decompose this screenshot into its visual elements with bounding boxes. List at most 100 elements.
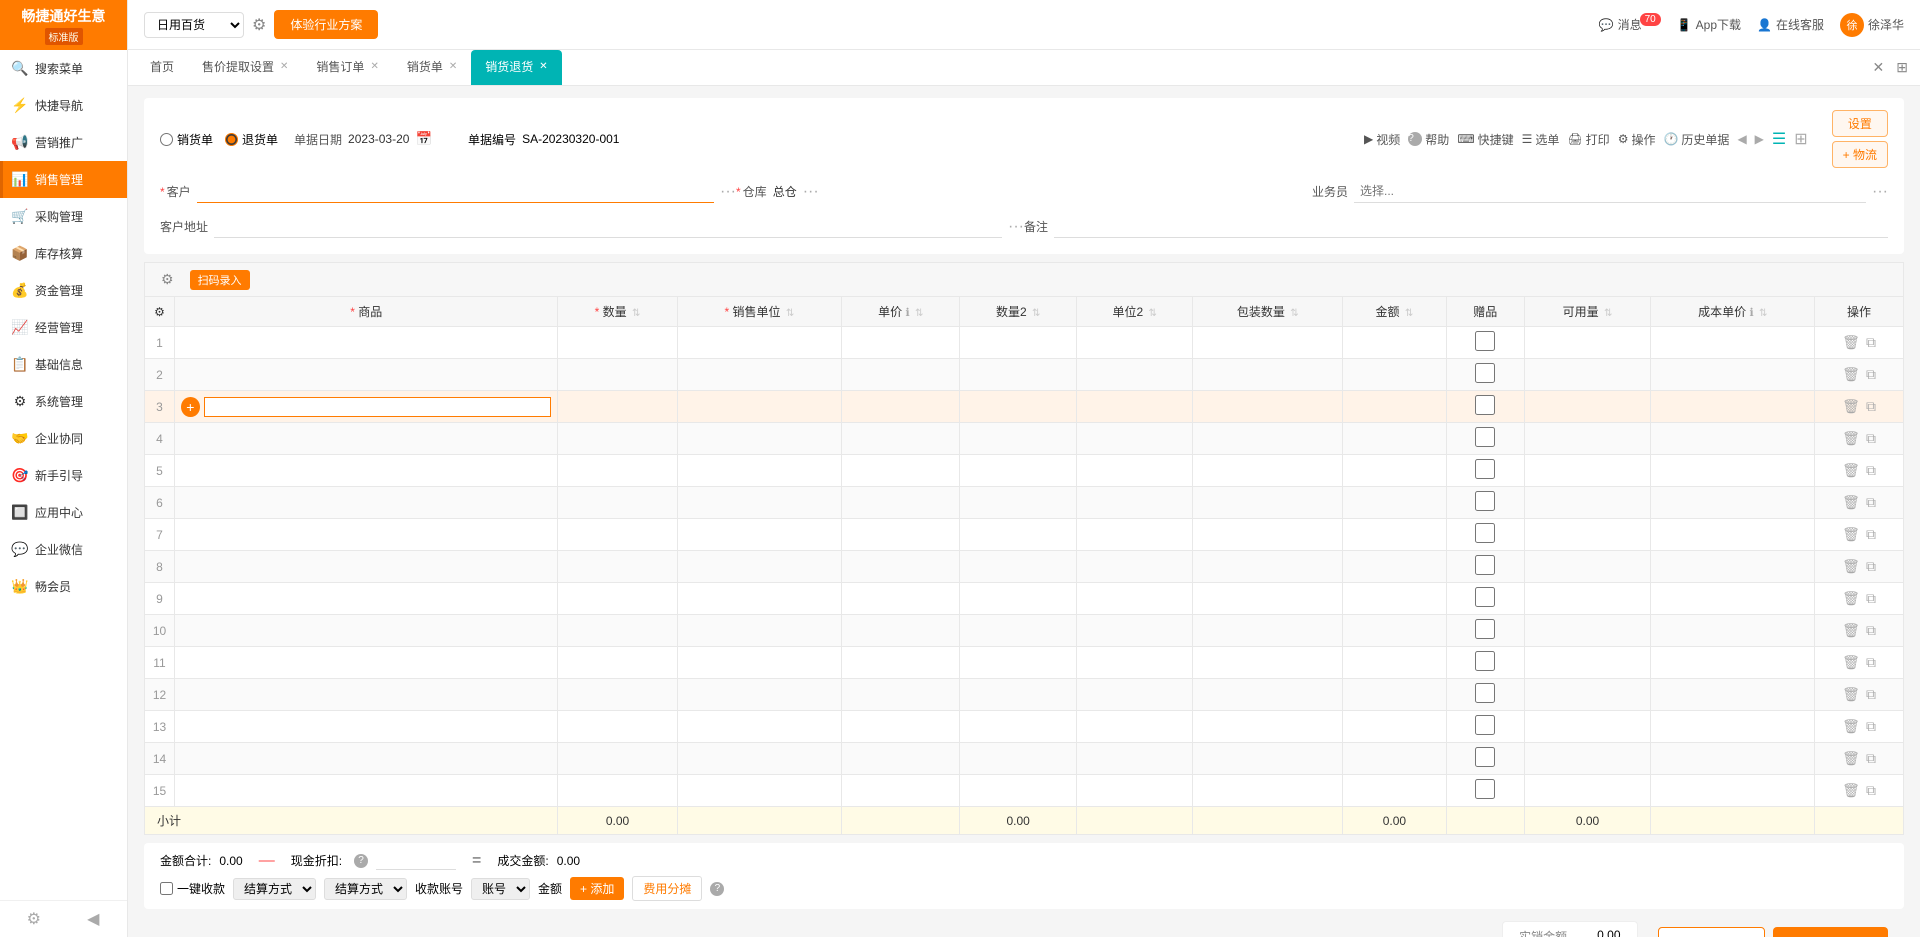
address-select-btn[interactable]: ··· xyxy=(1008,218,1024,236)
gift-checkbox[interactable] xyxy=(1475,683,1495,703)
delete-icon[interactable]: 🗑 xyxy=(1842,718,1860,735)
view-grid-btn[interactable]: ⊞ xyxy=(1794,129,1807,149)
goods-cell[interactable] xyxy=(175,551,558,583)
sidebar-item-member[interactable]: 👑畅会员 xyxy=(0,568,127,605)
copy-icon[interactable]: ⧉ xyxy=(1866,430,1876,447)
gift-checkbox[interactable] xyxy=(1475,363,1495,383)
print-btn[interactable]: 🖨 打印 xyxy=(1567,131,1609,148)
sidebar-item-system[interactable]: ⚙系统管理 xyxy=(0,383,127,420)
delete-icon[interactable]: 🗑 xyxy=(1842,462,1860,479)
goods-cell[interactable] xyxy=(175,423,558,455)
sidebar-item-enterprise[interactable]: 🤝企业协同 xyxy=(0,420,127,457)
gift-checkbox[interactable] xyxy=(1475,523,1495,543)
goods-cell[interactable] xyxy=(175,615,558,647)
customer-input[interactable] xyxy=(197,180,714,203)
sidebar-item-basic[interactable]: 📋基础信息 xyxy=(0,346,127,383)
tab-sales-order-close[interactable]: ✕ xyxy=(370,61,378,72)
gift-checkbox[interactable] xyxy=(1475,715,1495,735)
tab-sales-delivery-close[interactable]: ✕ xyxy=(449,61,457,72)
settlement-method-select[interactable]: 结算方式 xyxy=(233,878,316,900)
copy-icon[interactable]: ⧉ xyxy=(1866,526,1876,543)
gift-checkbox[interactable] xyxy=(1475,619,1495,639)
add-row-btn[interactable]: + xyxy=(181,397,200,417)
gift-checkbox[interactable] xyxy=(1475,331,1495,351)
sidebar-item-marketing[interactable]: 📢营销推广 xyxy=(0,124,127,161)
shortcuts-btn[interactable]: ⌨ 快捷键 xyxy=(1457,131,1513,148)
available-sort-icon[interactable]: ⇅ xyxy=(1604,308,1612,319)
copy-icon[interactable]: ⧉ xyxy=(1866,718,1876,735)
expense-split-btn[interactable]: 费用分摊 xyxy=(632,876,702,901)
delete-icon[interactable]: 🗑 xyxy=(1842,782,1860,799)
sidebar-item-search[interactable]: 🔍搜索菜单 xyxy=(0,50,127,87)
delete-icon[interactable]: 🗑 xyxy=(1842,430,1860,447)
tab-sales-delivery[interactable]: 销货单 ✕ xyxy=(393,50,471,85)
delete-icon[interactable]: 🗑 xyxy=(1842,622,1860,639)
sidebar-collapse-btn[interactable]: ◀ xyxy=(68,909,120,929)
tab-home[interactable]: 首页 xyxy=(136,50,188,85)
pack-sort-icon[interactable]: ⇅ xyxy=(1290,308,1298,319)
operate-btn[interactable]: ⚙ 操作 xyxy=(1618,131,1656,148)
note-input[interactable] xyxy=(1054,215,1888,238)
cash-discount-input[interactable] xyxy=(376,851,456,870)
goods-cell[interactable] xyxy=(175,455,558,487)
amount-sort-icon[interactable]: ⇅ xyxy=(1405,308,1413,319)
sidebar-item-newbie[interactable]: 🎯新手引导 xyxy=(0,457,127,494)
delete-icon[interactable]: 🗑 xyxy=(1842,398,1860,415)
delete-icon[interactable]: 🗑 xyxy=(1842,558,1860,575)
app-download-btn[interactable]: 📱 App下载 xyxy=(1677,16,1741,33)
online-service-btn[interactable]: 👤 在线客服 xyxy=(1757,16,1824,33)
goods-cell[interactable] xyxy=(175,519,558,551)
view-list-btn[interactable]: ☰ xyxy=(1772,129,1786,149)
delete-icon[interactable]: 🗑 xyxy=(1842,750,1860,767)
copy-icon[interactable]: ⧉ xyxy=(1866,782,1876,799)
history-prev-btn[interactable]: ◀ xyxy=(1737,132,1746,146)
table-settings-btn[interactable]: ⚙ xyxy=(153,267,182,292)
settings-btn[interactable]: 设置 xyxy=(1832,110,1888,137)
unit2-sort-icon[interactable]: ⇅ xyxy=(1149,308,1157,319)
gift-checkbox[interactable] xyxy=(1475,427,1495,447)
date-picker-btn[interactable]: 📅 xyxy=(415,131,432,147)
qty2-sort-icon[interactable]: ⇅ xyxy=(1032,308,1040,319)
add-payment-btn[interactable]: + 添加 xyxy=(570,877,624,900)
delete-icon[interactable]: 🗑 xyxy=(1842,654,1860,671)
customer-select-btn[interactable]: ··· xyxy=(720,183,736,201)
goods-cell[interactable]: + xyxy=(175,391,558,423)
tab-sales-return-close[interactable]: ✕ xyxy=(539,61,547,72)
cash-discount-info-icon[interactable]: ? xyxy=(354,854,368,868)
delete-icon[interactable]: 🗑 xyxy=(1842,526,1860,543)
delete-icon[interactable]: 🗑 xyxy=(1842,686,1860,703)
radio-return[interactable]: 退货单 xyxy=(225,131,278,148)
delete-icon[interactable]: 🗑 xyxy=(1842,334,1860,351)
gift-checkbox[interactable] xyxy=(1475,779,1495,799)
tab-menu-btn[interactable]: ⊞ xyxy=(1892,57,1912,78)
copy-icon[interactable]: ⧉ xyxy=(1866,750,1876,767)
gift-checkbox[interactable] xyxy=(1475,555,1495,575)
tab-sales-return[interactable]: 销货退货 ✕ xyxy=(471,50,561,85)
copy-icon[interactable]: ⧉ xyxy=(1866,558,1876,575)
help-btn[interactable]: ? 帮助 xyxy=(1408,131,1449,148)
save-new-btn[interactable]: 保存&新增 ▲ xyxy=(1773,927,1888,937)
cost-sort-icon[interactable]: ⇅ xyxy=(1759,308,1767,319)
sidebar-item-appstore[interactable]: 🔲应用中心 xyxy=(0,494,127,531)
account-select[interactable]: 账号 xyxy=(471,878,530,900)
tab-sales-order[interactable]: 销售订单 ✕ xyxy=(302,50,392,85)
sidebar-item-finance[interactable]: 💰资金管理 xyxy=(0,272,127,309)
sidebar-item-inventory[interactable]: 📦库存核算 xyxy=(0,235,127,272)
expense-info-icon[interactable]: ? xyxy=(710,882,724,896)
history-next-btn[interactable]: ▶ xyxy=(1755,132,1764,146)
sidebar-item-shortcut[interactable]: ⚡快捷导航 xyxy=(0,87,127,124)
topbar-settings-icon[interactable]: ⚙ xyxy=(252,15,266,35)
radio-return-input[interactable] xyxy=(225,133,238,146)
copy-icon[interactable]: ⧉ xyxy=(1866,622,1876,639)
copy-icon[interactable]: ⧉ xyxy=(1866,494,1876,511)
goods-cell[interactable] xyxy=(175,775,558,807)
salesperson-input[interactable] xyxy=(1354,180,1866,203)
copy-icon[interactable]: ⧉ xyxy=(1866,334,1876,351)
cost-price-info-icon[interactable]: ℹ xyxy=(1749,307,1753,319)
goods-cell[interactable] xyxy=(175,583,558,615)
tab-close-all-btn[interactable]: ✕ xyxy=(1869,57,1889,78)
copy-icon[interactable]: ⧉ xyxy=(1866,366,1876,383)
qty-sort-icon[interactable]: ⇅ xyxy=(632,308,640,319)
scan-input-btn[interactable]: 扫码录入 xyxy=(190,270,250,290)
gift-checkbox[interactable] xyxy=(1475,395,1495,415)
